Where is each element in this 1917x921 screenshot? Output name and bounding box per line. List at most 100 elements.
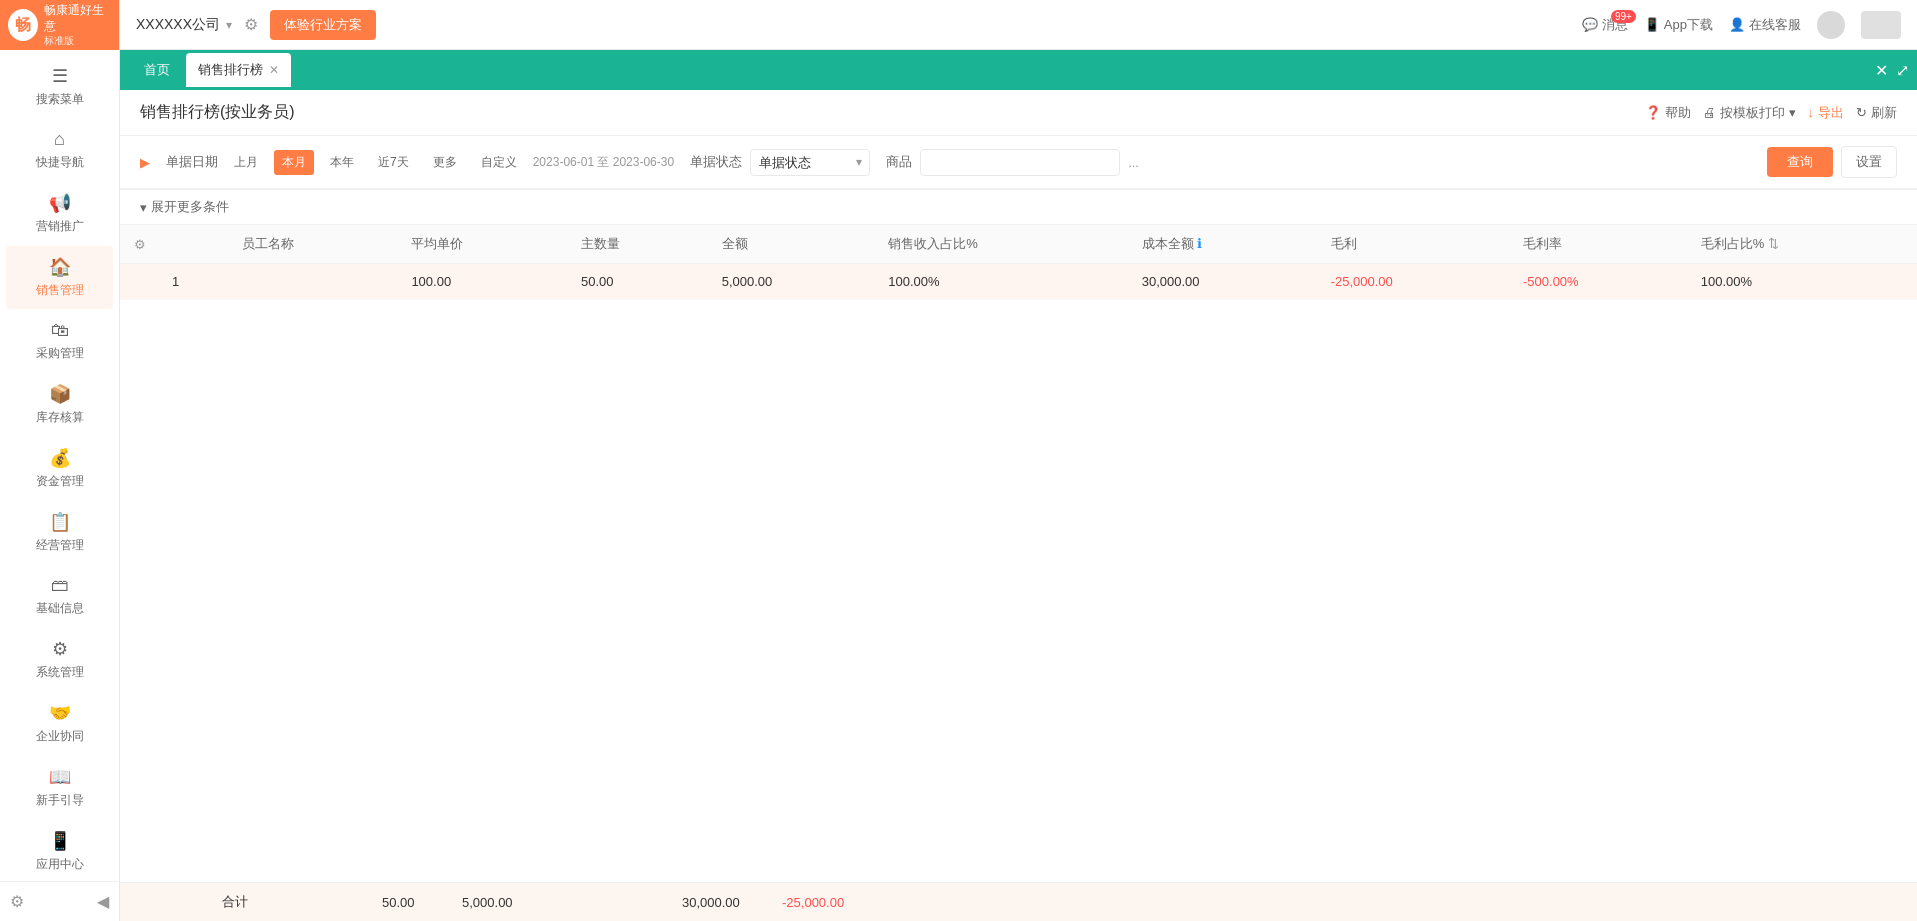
sidebar-item-enterprise[interactable]: 🤝 企业协同 xyxy=(6,692,113,755)
sidebar-item-label: 经营管理 xyxy=(36,537,84,554)
table-container: ⚙ 员工名称 平均单价 主数量 全额 销售收入占比% 成本全额 ℹ 毛利 毛利率… xyxy=(120,225,1917,921)
sidebar-item-quick-nav[interactable]: ⌂ 快捷导航 xyxy=(6,119,113,181)
table-header: ⚙ 员工名称 平均单价 主数量 全额 销售收入占比% 成本全额 ℹ 毛利 毛利率… xyxy=(120,225,1917,264)
settings-bottom-icon[interactable]: ⚙ xyxy=(10,892,24,911)
sidebar-item-label: 应用中心 xyxy=(36,856,84,873)
message-button[interactable]: 💬 消息 99+ xyxy=(1582,16,1628,34)
td-employee xyxy=(230,264,400,300)
column-settings-icon[interactable]: ⚙ xyxy=(134,237,146,252)
td-main-qty: 50.00 xyxy=(569,264,710,300)
expand-icon: ▾ xyxy=(140,200,147,215)
trial-button[interactable]: 体验行业方案 xyxy=(270,10,376,40)
sidebar-item-basic-info[interactable]: 🗃 基础信息 xyxy=(6,565,113,627)
operations-icon: 📋 xyxy=(49,511,71,533)
footer-amount: 5,000.00 xyxy=(450,895,550,910)
sidebar-bottom: ⚙ ◀ xyxy=(0,881,119,921)
query-button[interactable]: 查询 xyxy=(1767,147,1833,177)
table-row: 1 100.00 50.00 5,000.00 100.00% 30,000.0… xyxy=(120,264,1917,300)
company-name: XXXXXX公司 xyxy=(136,16,220,34)
table-footer: 合计 50.00 5,000.00 30,000.00 -25,000.00 xyxy=(120,882,1917,921)
date-btn-last-month[interactable]: 上月 xyxy=(226,150,266,175)
sidebar-item-label: 搜索菜单 xyxy=(36,91,84,108)
sidebar-item-label: 销售管理 xyxy=(36,282,84,299)
date-filter-group: 单据日期 上月 本月 本年 近7天 更多 自定义 2023-06-01 至 20… xyxy=(166,150,674,175)
filter-bar: ▶ 单据日期 上月 本月 本年 近7天 更多 自定义 2023-06-01 至 … xyxy=(120,136,1917,189)
print-dropdown-icon: ▾ xyxy=(1789,105,1796,120)
td-cost: 30,000.00 xyxy=(1130,264,1319,300)
sidebar-item-label: 新手引导 xyxy=(36,792,84,809)
date-range-display: 2023-06-01 至 2023-06-30 xyxy=(533,154,674,171)
cost-info-icon[interactable]: ℹ xyxy=(1197,236,1202,251)
tab-home[interactable]: 首页 xyxy=(128,53,186,87)
sidebar-item-label: 企业协同 xyxy=(36,728,84,745)
company-dropdown-icon: ▾ xyxy=(226,18,232,32)
tab-sales-rank[interactable]: 销售排行榜 ✕ xyxy=(186,53,291,87)
username-display xyxy=(1861,11,1901,39)
sidebar-item-finance[interactable]: 💰 资金管理 xyxy=(6,437,113,500)
export-button[interactable]: ↓ 导出 xyxy=(1808,104,1845,122)
status-select[interactable]: 单据状态 xyxy=(750,149,870,176)
sidebar-item-purchase[interactable]: 🛍 采购管理 xyxy=(6,310,113,372)
sidebar-item-sales[interactable]: 🏠 销售管理 xyxy=(6,246,113,309)
goods-filter-group: 商品 ... xyxy=(886,149,1139,176)
tab-close-icon[interactable]: ✕ xyxy=(269,63,279,77)
finance-icon: 💰 xyxy=(49,447,71,469)
footer-cost: 30,000.00 xyxy=(670,895,770,910)
page-actions: ❓ 帮助 🖨 按模板打印 ▾ ↓ 导出 ↻ 刷新 xyxy=(1645,104,1898,134)
filter-toggle[interactable]: ▶ xyxy=(140,155,150,170)
settings-button[interactable]: 设置 xyxy=(1841,146,1897,178)
template-print-button[interactable]: 🖨 按模板打印 ▾ xyxy=(1703,104,1796,122)
sidebar-item-inventory[interactable]: 📦 库存核算 xyxy=(6,373,113,436)
sidebar-item-label: 基础信息 xyxy=(36,600,84,617)
status-select-wrapper: 单据状态 xyxy=(750,149,870,176)
expand-label: 展开更多条件 xyxy=(151,198,229,216)
date-btn-custom[interactable]: 自定义 xyxy=(473,150,525,175)
td-gross-pct: 100.00% xyxy=(1689,264,1917,300)
refresh-button[interactable]: ↻ 刷新 xyxy=(1856,104,1897,122)
inventory-icon: 📦 xyxy=(49,383,71,405)
enterprise-icon: 🤝 xyxy=(49,702,71,724)
expand-more-button[interactable]: ▾ 展开更多条件 xyxy=(140,198,1897,216)
date-btn-this-month[interactable]: 本月 xyxy=(274,150,314,175)
company-selector[interactable]: XXXXXX公司 ▾ xyxy=(136,16,232,34)
th-gross-rate: 毛利率 xyxy=(1511,225,1689,264)
online-service-button[interactable]: 👤 在线客服 xyxy=(1729,16,1801,34)
avatar[interactable] xyxy=(1817,11,1845,39)
collapse-sidebar-icon[interactable]: ◀ xyxy=(97,892,109,911)
td-sales-pct: 100.00% xyxy=(876,264,1130,300)
td-avg-price: 100.00 xyxy=(399,264,569,300)
top-header: XXXXXX公司 ▾ ⚙ 体验行业方案 💬 消息 99+ 📱 App下载 👤 在… xyxy=(120,0,1917,50)
td-gross: -25,000.00 xyxy=(1319,264,1511,300)
sidebar-item-search[interactable]: ☰ 搜索菜单 xyxy=(6,55,113,118)
date-btn-7days[interactable]: 近7天 xyxy=(370,150,417,175)
sidebar-item-label: 快捷导航 xyxy=(36,154,84,171)
goods-input[interactable] xyxy=(920,149,1120,176)
td-gross-rate: -500.00% xyxy=(1511,264,1689,300)
content-area: 销售排行榜(按业务员) ❓ 帮助 🖨 按模板打印 ▾ ↓ 导出 ↻ 刷新 xyxy=(120,90,1917,921)
th-employee: 员工名称 xyxy=(230,225,400,264)
help-icon: ❓ xyxy=(1645,105,1661,120)
refresh-icon: ↻ xyxy=(1856,105,1867,120)
sidebar-item-operations[interactable]: 📋 经营管理 xyxy=(6,501,113,564)
date-filter-label: 单据日期 xyxy=(166,153,218,171)
footer-gross: -25,000.00 xyxy=(770,895,870,910)
settings-icon[interactable]: ⚙ xyxy=(244,15,258,34)
sidebar-item-label: 库存核算 xyxy=(36,409,84,426)
th-rank xyxy=(160,225,230,264)
footer-label: 合计 xyxy=(210,893,290,911)
sidebar-item-system[interactable]: ⚙ 系统管理 xyxy=(6,628,113,691)
th-settings: ⚙ xyxy=(120,225,160,264)
more-filter-btn[interactable]: ... xyxy=(1128,155,1139,170)
sidebar-item-guide[interactable]: 📖 新手引导 xyxy=(6,756,113,819)
date-btn-more[interactable]: 更多 xyxy=(425,150,465,175)
app-download-button[interactable]: 📱 App下载 xyxy=(1644,16,1713,34)
date-btn-this-year[interactable]: 本年 xyxy=(322,150,362,175)
table-body: 1 100.00 50.00 5,000.00 100.00% 30,000.0… xyxy=(120,264,1917,300)
sidebar-item-app-center[interactable]: 📱 应用中心 xyxy=(6,820,113,881)
tab-close-window-icon[interactable]: ✕ xyxy=(1875,61,1888,80)
gross-pct-sort-icon[interactable]: ⇅ xyxy=(1768,236,1779,251)
sidebar-item-marketing[interactable]: 📢 营销推广 xyxy=(6,182,113,245)
help-button[interactable]: ❓ 帮助 xyxy=(1645,104,1691,122)
tab-maximize-icon[interactable]: ⤢ xyxy=(1896,61,1909,80)
td-amount: 5,000.00 xyxy=(710,264,877,300)
